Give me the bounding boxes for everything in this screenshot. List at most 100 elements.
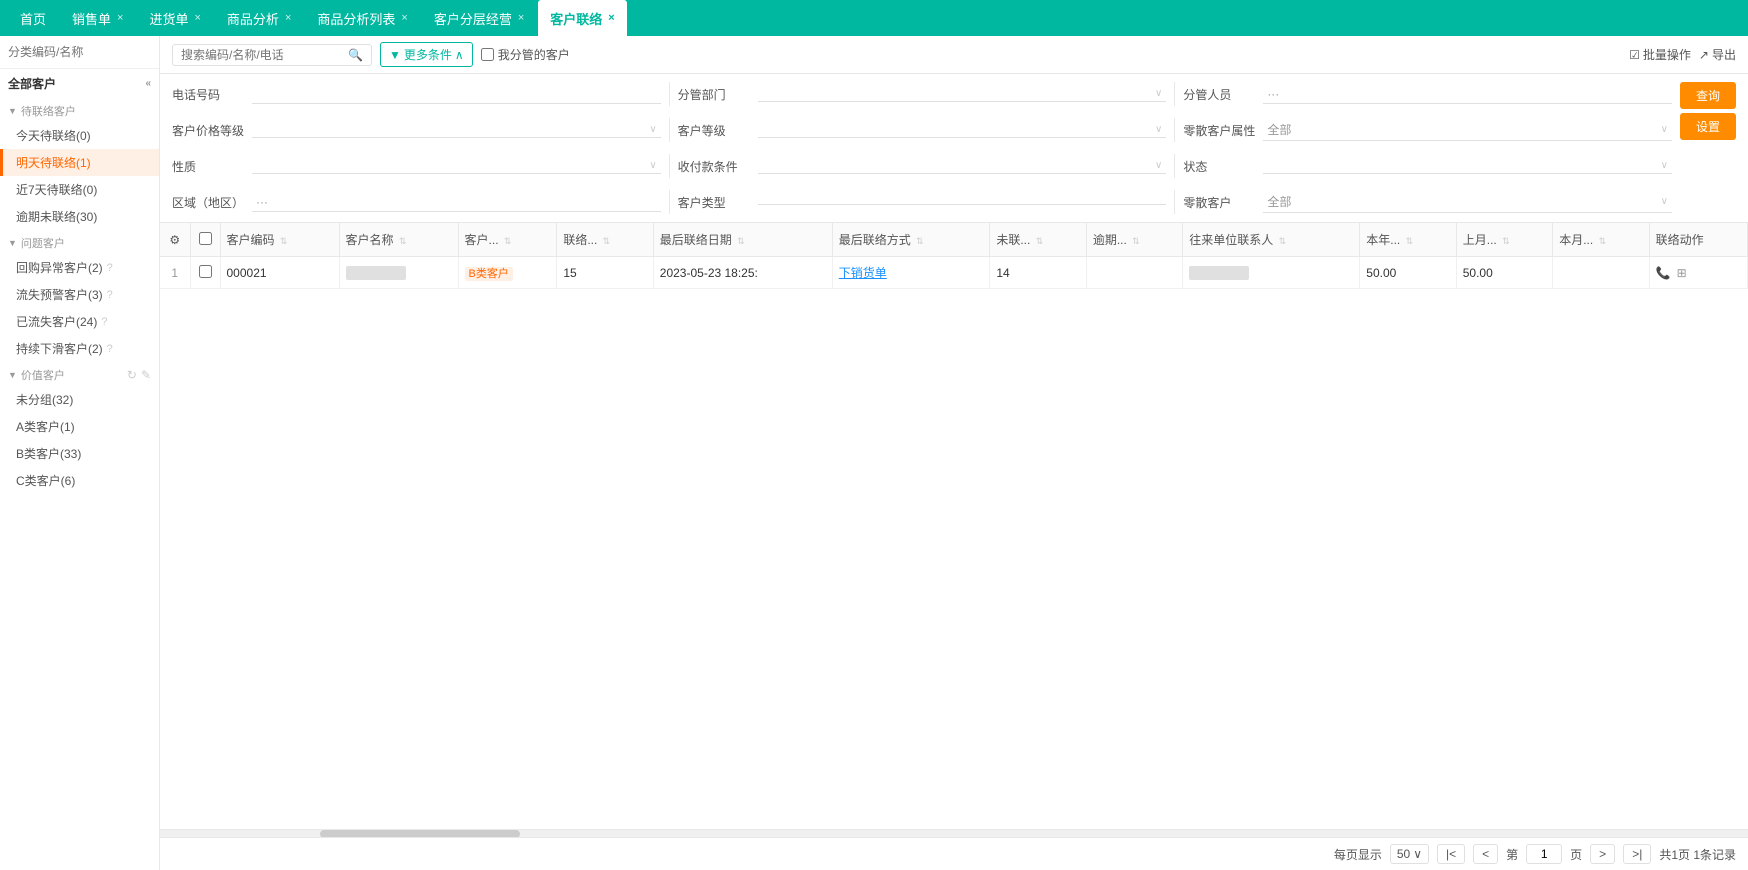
close-purchase-order-icon[interactable]: × bbox=[194, 12, 200, 24]
filter-payment: 收付款条件 ∨ bbox=[678, 158, 1167, 175]
col-last-date[interactable]: 最后联络日期 ⇅ bbox=[653, 223, 832, 257]
price-grade-select[interactable]: ∨ bbox=[252, 122, 661, 138]
nav-product-analysis-list[interactable]: 商品分析列表 × bbox=[305, 0, 419, 36]
sidebar-item-declining[interactable]: 持续下滑客户(2) ? bbox=[0, 335, 159, 362]
nav-product-analysis[interactable]: 商品分析 × bbox=[215, 0, 303, 36]
col-overdue[interactable]: 逾期... ⇅ bbox=[1086, 223, 1182, 257]
sort-last-method-icon: ⇅ bbox=[916, 236, 924, 246]
table-header: ⚙ 客户编码 ⇅ 客户名称 ⇅ bbox=[160, 223, 1748, 257]
query-button[interactable]: 查询 bbox=[1680, 82, 1736, 109]
row-this-month bbox=[1553, 257, 1649, 289]
filter-chevron-icon: ∧ bbox=[455, 48, 464, 62]
col-type[interactable]: 客户... ⇅ bbox=[458, 223, 557, 257]
retail-customer-select[interactable]: 全部 ∨ bbox=[1263, 191, 1672, 213]
sidebar-item-class-a[interactable]: A类客户(1) bbox=[0, 413, 159, 440]
phone-action-icon[interactable]: 📞 bbox=[1656, 266, 1671, 280]
table-body: 1 000021 B类客户 15 2023-05-23 18:2 bbox=[160, 257, 1748, 289]
my-customers-checkbox-label[interactable]: 我分管的客户 bbox=[481, 46, 570, 63]
retail-customer-label: 零散客户 bbox=[1183, 194, 1263, 211]
row-checkbox[interactable] bbox=[199, 265, 212, 278]
my-customers-checkbox[interactable] bbox=[481, 48, 494, 61]
close-sales-order-icon[interactable]: × bbox=[117, 12, 123, 24]
table-container: ⚙ 客户编码 ⇅ 客户名称 ⇅ bbox=[160, 223, 1748, 829]
search-input[interactable] bbox=[181, 48, 344, 62]
top-navigation: 首页 销售单 × 进货单 × 商品分析 × 商品分析列表 × 客户分层经营 × … bbox=[0, 0, 1748, 36]
set-button[interactable]: 设置 bbox=[1680, 113, 1736, 140]
edit-icon[interactable]: ✎ bbox=[141, 368, 151, 382]
export-button[interactable]: ↗ 导出 bbox=[1699, 46, 1736, 63]
region-select[interactable]: ··· bbox=[252, 193, 661, 212]
last-page-button[interactable]: >| bbox=[1623, 844, 1651, 864]
sidebar-item-class-b[interactable]: B类客户(33) bbox=[0, 440, 159, 467]
help-icon-3[interactable]: ? bbox=[107, 343, 113, 355]
nav-customer-contact[interactable]: 客户联络 × bbox=[538, 0, 626, 36]
main-layout: 🔍 全部客户 « ▼ 待联络客户 今天待联络(0) 明天待联络(1) 近7天待联… bbox=[0, 36, 1748, 870]
sidebar-item-overdue-contact[interactable]: 逾期未联络(30) bbox=[0, 203, 159, 230]
refresh-icon[interactable]: ↻ bbox=[127, 368, 137, 382]
row-last-method: 下销货单 bbox=[832, 257, 990, 289]
gender-select[interactable]: ∨ bbox=[252, 158, 661, 174]
page-number-input[interactable] bbox=[1526, 844, 1562, 864]
grid-action-icon[interactable]: ⊞ bbox=[1677, 266, 1687, 280]
col-name[interactable]: 客户名称 ⇅ bbox=[339, 223, 458, 257]
help-icon-1[interactable]: ? bbox=[107, 289, 113, 301]
nav-home[interactable]: 首页 bbox=[8, 0, 58, 36]
sort-last-date-icon: ⇅ bbox=[737, 236, 745, 246]
phone-input[interactable] bbox=[252, 85, 661, 104]
col-this-year[interactable]: 本年... ⇅ bbox=[1360, 223, 1456, 257]
col-contact[interactable]: 联络... ⇅ bbox=[557, 223, 653, 257]
col-contact-person[interactable]: 往来单位联系人 ⇅ bbox=[1183, 223, 1360, 257]
sidebar-search-input[interactable] bbox=[8, 45, 160, 59]
nav-sales-order[interactable]: 销售单 × bbox=[60, 0, 135, 36]
filter-retail-customer: 零散客户 全部 ∨ bbox=[1183, 191, 1672, 213]
customer-grade-select[interactable]: ∨ bbox=[758, 122, 1167, 138]
search-box: 🔍 bbox=[172, 44, 372, 66]
close-customer-layered-icon[interactable]: × bbox=[518, 12, 524, 24]
sidebar-item-tomorrow-pending[interactable]: 明天待联络(1) bbox=[0, 149, 159, 176]
dept-select[interactable]: ∨ bbox=[758, 86, 1167, 102]
payment-select[interactable]: ∨ bbox=[758, 158, 1167, 174]
filter-region: 区域（地区） ··· bbox=[172, 193, 661, 212]
sidebar-item-7days-pending[interactable]: 近7天待联络(0) bbox=[0, 176, 159, 203]
help-icon-0[interactable]: ? bbox=[107, 262, 113, 274]
all-customers-title[interactable]: 全部客户 « bbox=[0, 69, 159, 98]
more-filter-button[interactable]: ▼ 更多条件 ∧ bbox=[380, 42, 473, 67]
help-icon-2[interactable]: ? bbox=[101, 316, 107, 328]
sidebar-item-churn-warning[interactable]: 流失预警客户(3) ? bbox=[0, 281, 159, 308]
close-customer-contact-icon[interactable]: × bbox=[608, 12, 614, 24]
customer-type-tag: B类客户 bbox=[465, 267, 513, 281]
col-not-contacted[interactable]: 未联... ⇅ bbox=[990, 223, 1086, 257]
search-icon[interactable]: 🔍 bbox=[348, 48, 363, 62]
nav-customer-layered[interactable]: 客户分层经营 × bbox=[422, 0, 536, 36]
page-size-select[interactable]: 50 ∨ bbox=[1390, 844, 1429, 864]
sidebar-item-class-c[interactable]: C类客户(6) bbox=[0, 467, 159, 494]
last-method-link[interactable]: 下销货单 bbox=[839, 266, 887, 280]
prev-page-button[interactable]: < bbox=[1473, 844, 1498, 864]
close-product-analysis-list-icon[interactable]: × bbox=[401, 12, 407, 24]
horizontal-scrollbar[interactable] bbox=[160, 829, 1748, 837]
col-last-month[interactable]: 上月... ⇅ bbox=[1456, 223, 1552, 257]
sidebar-item-abnormal-repurchase[interactable]: 回购异常客户(2) ? bbox=[0, 254, 159, 281]
col-code[interactable]: 客户编码 ⇅ bbox=[220, 223, 339, 257]
export-icon: ↗ bbox=[1699, 48, 1709, 62]
status-select[interactable]: ∨ bbox=[1263, 158, 1672, 174]
col-last-method[interactable]: 最后联络方式 ⇅ bbox=[832, 223, 990, 257]
col-this-month[interactable]: 本月... ⇅ bbox=[1553, 223, 1649, 257]
batch-operation-button[interactable]: ☑ 批量操作 bbox=[1629, 46, 1691, 63]
phone-label: 电话号码 bbox=[172, 86, 252, 103]
select-all-checkbox[interactable] bbox=[199, 232, 212, 245]
next-page-button[interactable]: > bbox=[1590, 844, 1615, 864]
close-product-analysis-icon[interactable]: × bbox=[285, 12, 291, 24]
sidebar-item-ungrouped[interactable]: 未分组(32) bbox=[0, 386, 159, 413]
col-setting[interactable]: ⚙ bbox=[160, 223, 190, 257]
row-contact-person bbox=[1183, 257, 1360, 289]
nav-purchase-order[interactable]: 进货单 × bbox=[137, 0, 212, 36]
setting-icon[interactable]: ⚙ bbox=[169, 233, 180, 247]
customer-type-select[interactable] bbox=[758, 200, 1167, 205]
person-select[interactable]: ··· bbox=[1263, 85, 1672, 104]
sidebar-item-today-pending[interactable]: 今天待联络(0) bbox=[0, 122, 159, 149]
sidebar-item-churned[interactable]: 已流失客户(24) ? bbox=[0, 308, 159, 335]
first-page-button[interactable]: |< bbox=[1437, 844, 1465, 864]
retail-attr-label: 零散客户属性 bbox=[1183, 122, 1263, 139]
retail-attr-select[interactable]: 全部 ∨ bbox=[1263, 119, 1672, 141]
